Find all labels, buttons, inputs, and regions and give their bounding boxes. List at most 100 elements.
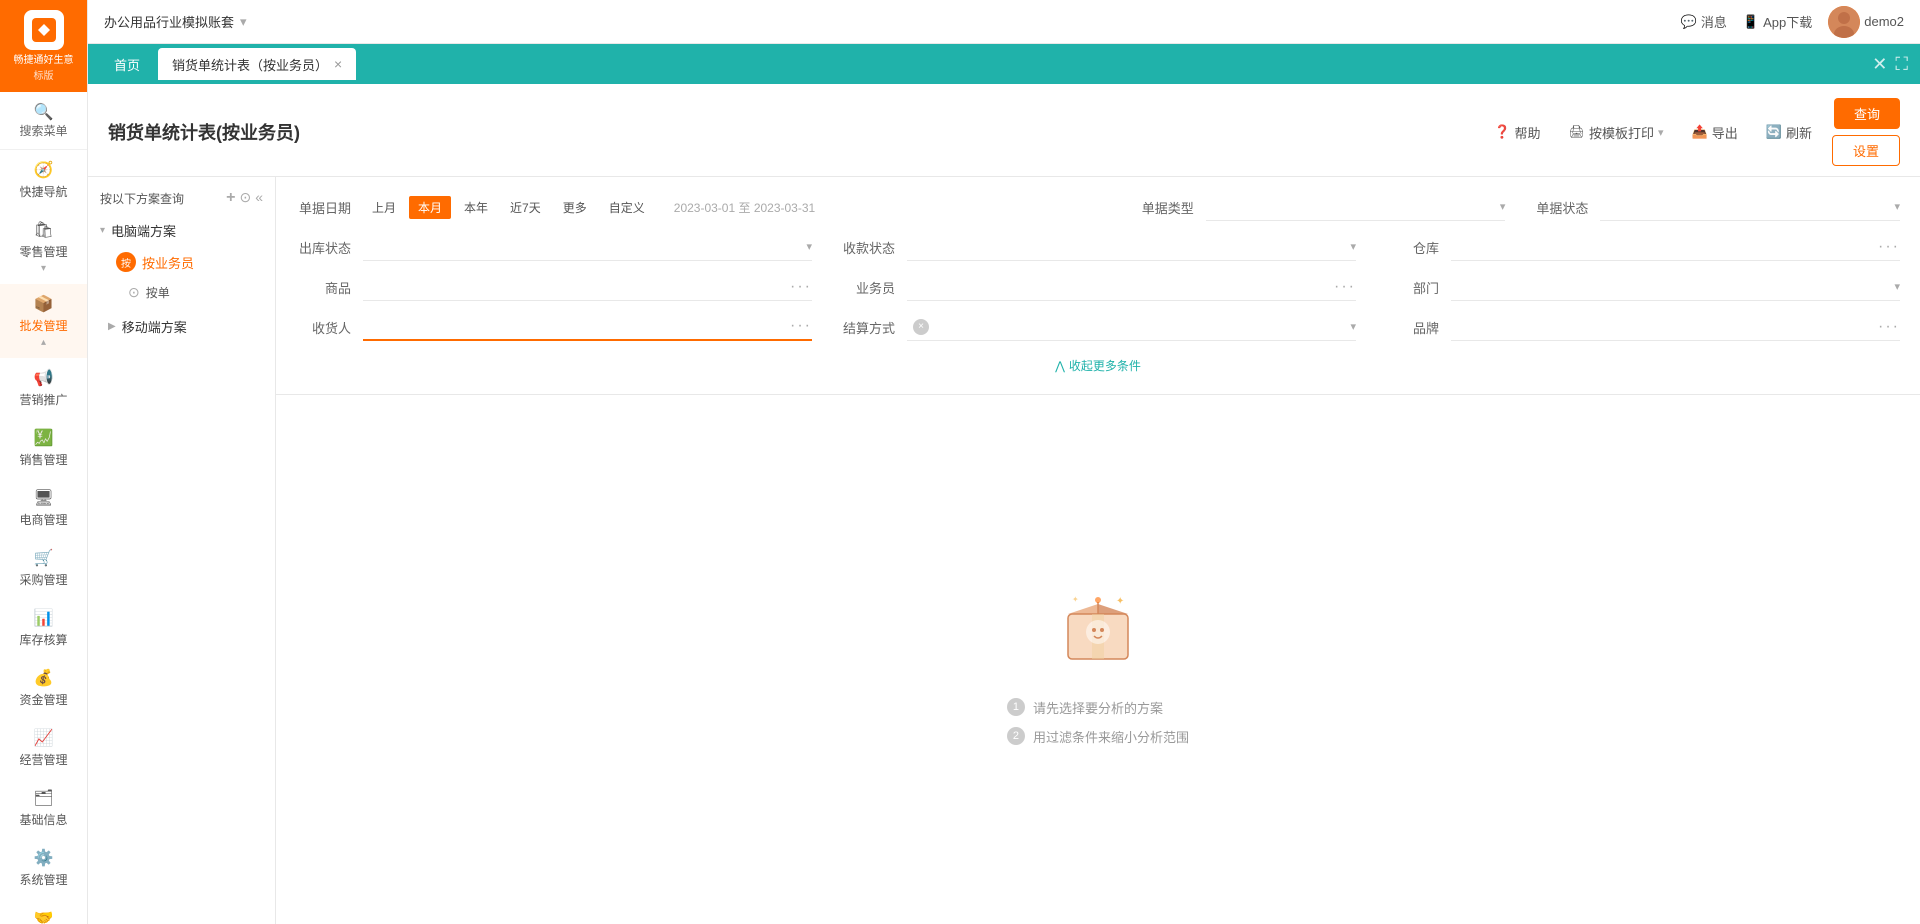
receipt-status-filter[interactable]: ▾ bbox=[907, 233, 1356, 261]
product-filter[interactable]: ··· bbox=[363, 273, 812, 301]
company-dropdown-icon[interactable]: ▾ bbox=[240, 14, 247, 30]
help-btn[interactable]: ❓ 帮助 bbox=[1486, 119, 1548, 146]
date-btn-this-month[interactable]: 本月 bbox=[409, 196, 451, 219]
add-scheme-icon[interactable]: + bbox=[226, 189, 235, 207]
collapse-btn[interactable]: ⋀ 收起更多条件 bbox=[1043, 353, 1153, 378]
scheme-query-label: 按以下方案查询 bbox=[100, 190, 184, 207]
company-name: 办公用品行业模拟账套 bbox=[104, 12, 234, 31]
sidebar-item-sales[interactable]: 💹 销售管理 bbox=[0, 418, 87, 478]
inventory-label: 库存核算 bbox=[19, 631, 67, 648]
sidebar-item-finance[interactable]: 💰 资金管理 bbox=[0, 658, 87, 718]
filter-row-3: 商品 ··· 业务员 ··· 部门 ▾ bbox=[296, 273, 1900, 301]
sidebar-item-system[interactable]: ⚙️ 系统管理 bbox=[0, 838, 87, 898]
message-label: 消息 bbox=[1701, 12, 1727, 31]
date-range-text: 2023-03-01 至 2023-03-31 bbox=[674, 199, 815, 216]
brand-dots-icon: ··· bbox=[1878, 318, 1900, 336]
user-profile-btn[interactable]: demo2 bbox=[1828, 6, 1904, 38]
payment-filter[interactable]: × ▾ bbox=[907, 313, 1356, 341]
left-panel-header: 按以下方案查询 + ⊙ « bbox=[88, 189, 275, 207]
action-btns-group: 查询 设置 bbox=[1832, 98, 1900, 166]
help-icon: ❓ bbox=[1494, 124, 1510, 140]
sidebar-item-inventory[interactable]: 📊 库存核算 bbox=[0, 598, 87, 658]
date-btn-custom[interactable]: 自定义 bbox=[600, 196, 654, 219]
settings-button[interactable]: 设置 bbox=[1832, 135, 1900, 166]
doc-type-dropdown-icon: ▾ bbox=[1500, 200, 1506, 213]
date-btn-more[interactable]: 更多 bbox=[554, 196, 596, 219]
retail-label: 零售管理 bbox=[19, 243, 67, 260]
sidebar-item-marketing[interactable]: 📢 营销推广 bbox=[0, 358, 87, 418]
filter-area: 单据日期 上月 本月 本年 近7天 更多 自定义 2023-03-01 至 20… bbox=[276, 177, 1920, 395]
date-filter-btns: 上月 本月 本年 近7天 更多 自定义 bbox=[363, 196, 654, 219]
tab-active[interactable]: 销货单统计表（按业务员） × bbox=[158, 48, 356, 80]
brand-filter[interactable]: ··· bbox=[1451, 313, 1900, 341]
salesman-filter[interactable]: ··· bbox=[907, 273, 1356, 301]
doc-status-filter[interactable]: ▾ bbox=[1600, 193, 1900, 221]
scheme-sub-item-order[interactable]: ⊙ 按单 bbox=[88, 278, 275, 307]
payment-clear-icon[interactable]: × bbox=[913, 319, 929, 335]
enterprise-icon: 🤝 bbox=[34, 908, 54, 924]
scheme-item-salesperson[interactable]: 按 按业务员 bbox=[88, 246, 275, 278]
sidebar-item-shortcut[interactable]: 🧭 快捷导航 bbox=[0, 150, 87, 210]
sidebar: 畅捷通好生意 标版 🔍 搜索菜单 🧭 快捷导航 🛍 零售管理 ▾ 📦 批发管理 … bbox=[0, 0, 88, 924]
refresh-btn[interactable]: 🔄 刷新 bbox=[1758, 119, 1820, 146]
tab-home[interactable]: 首页 bbox=[100, 48, 154, 80]
app-download-btn[interactable]: 📱 App下载 bbox=[1743, 12, 1812, 31]
collapse-row: ⋀ 收起更多条件 bbox=[296, 353, 1900, 378]
sidebar-item-basic[interactable]: 🗂 基础信息 bbox=[0, 778, 87, 838]
query-button[interactable]: 查询 bbox=[1834, 98, 1900, 129]
out-status-filter[interactable]: ▾ bbox=[363, 233, 812, 261]
svg-text:✦: ✦ bbox=[1072, 595, 1079, 604]
sidebar-item-wholesale[interactable]: 📦 批发管理 ▴ bbox=[0, 284, 87, 358]
content-body: 按以下方案查询 + ⊙ « ▾ 电脑端方案 按 按业务员 bbox=[88, 177, 1920, 924]
active-tab-label: 销货单统计表（按业务员） bbox=[172, 55, 328, 74]
app-sub-text: 标版 bbox=[34, 67, 54, 82]
svg-text:✦: ✦ bbox=[1116, 596, 1124, 607]
message-btn[interactable]: 💬 消息 bbox=[1681, 12, 1727, 31]
step-1-num: 1 bbox=[1007, 698, 1025, 716]
brand-label: 品牌 bbox=[1384, 318, 1439, 337]
salesman-dots-icon: ··· bbox=[1334, 278, 1356, 296]
topbar-title: 办公用品行业模拟账套 ▾ bbox=[104, 12, 247, 31]
sidebar-item-operation[interactable]: 📈 经营管理 bbox=[0, 718, 87, 778]
message-icon: 💬 bbox=[1681, 14, 1697, 30]
empty-state-illustration: ✦ ✦ bbox=[1048, 574, 1148, 674]
basic-icon: 🗂 bbox=[33, 788, 53, 808]
mobile-group-header[interactable]: ▶ 移动端方案 bbox=[88, 311, 275, 342]
empty-step-1: 1 请先选择要分析的方案 bbox=[1007, 698, 1189, 717]
sales-icon: 💹 bbox=[34, 428, 54, 448]
dept-dropdown-icon: ▾ bbox=[1894, 280, 1900, 293]
purchase-icon: 🛒 bbox=[34, 548, 54, 568]
product-dots-icon: ··· bbox=[790, 278, 812, 296]
collapse-scheme-icon[interactable]: « bbox=[255, 189, 263, 207]
tab-expand-btn[interactable]: ⛶ bbox=[1895, 54, 1908, 75]
date-btn-last-month[interactable]: 上月 bbox=[363, 196, 405, 219]
sidebar-item-retail[interactable]: 🛍 零售管理 ▾ bbox=[0, 210, 87, 284]
marketing-label: 营销推广 bbox=[19, 391, 67, 408]
consignee-filter[interactable]: ··· bbox=[363, 313, 812, 341]
sidebar-item-enterprise[interactable]: 🤝 企业协同 bbox=[0, 898, 87, 924]
export-btn[interactable]: 📤 导出 bbox=[1684, 119, 1746, 146]
help-label: 帮助 bbox=[1515, 123, 1541, 142]
print-btn[interactable]: 🖨 按模板打印 ▾ bbox=[1561, 119, 1672, 146]
print-dropdown-icon: ▾ bbox=[1658, 126, 1664, 139]
left-panel: 按以下方案查询 + ⊙ « ▾ 电脑端方案 按 按业务员 bbox=[88, 177, 276, 924]
doc-type-label: 单据类型 bbox=[1139, 198, 1194, 217]
search-menu-item[interactable]: 🔍 搜索菜单 bbox=[0, 92, 87, 150]
collapse-up-icon: ⋀ bbox=[1055, 359, 1065, 373]
sidebar-item-purchase[interactable]: 🛒 采购管理 bbox=[0, 538, 87, 598]
tab-close-icon[interactable]: × bbox=[334, 56, 342, 72]
logo-icon bbox=[24, 10, 64, 50]
app-logo[interactable]: 畅捷通好生意 标版 bbox=[0, 0, 87, 92]
retail-icon: 🛍 bbox=[33, 220, 53, 240]
date-btn-this-year[interactable]: 本年 bbox=[455, 196, 497, 219]
tab-close-btn[interactable]: ✕ bbox=[1872, 54, 1887, 75]
finance-label: 资金管理 bbox=[19, 691, 67, 708]
date-btn-7days[interactable]: 近7天 bbox=[501, 196, 550, 219]
desktop-group-header[interactable]: ▾ 电脑端方案 bbox=[88, 215, 275, 246]
warehouse-filter[interactable]: ··· bbox=[1451, 233, 1900, 261]
desktop-arrow: ▾ bbox=[100, 225, 105, 236]
doc-type-filter[interactable]: ▾ bbox=[1206, 193, 1506, 221]
dept-filter[interactable]: ▾ bbox=[1451, 273, 1900, 301]
edit-scheme-icon[interactable]: ⊙ bbox=[239, 189, 251, 207]
sidebar-item-ecom[interactable]: 🖥 电商管理 bbox=[0, 478, 87, 538]
